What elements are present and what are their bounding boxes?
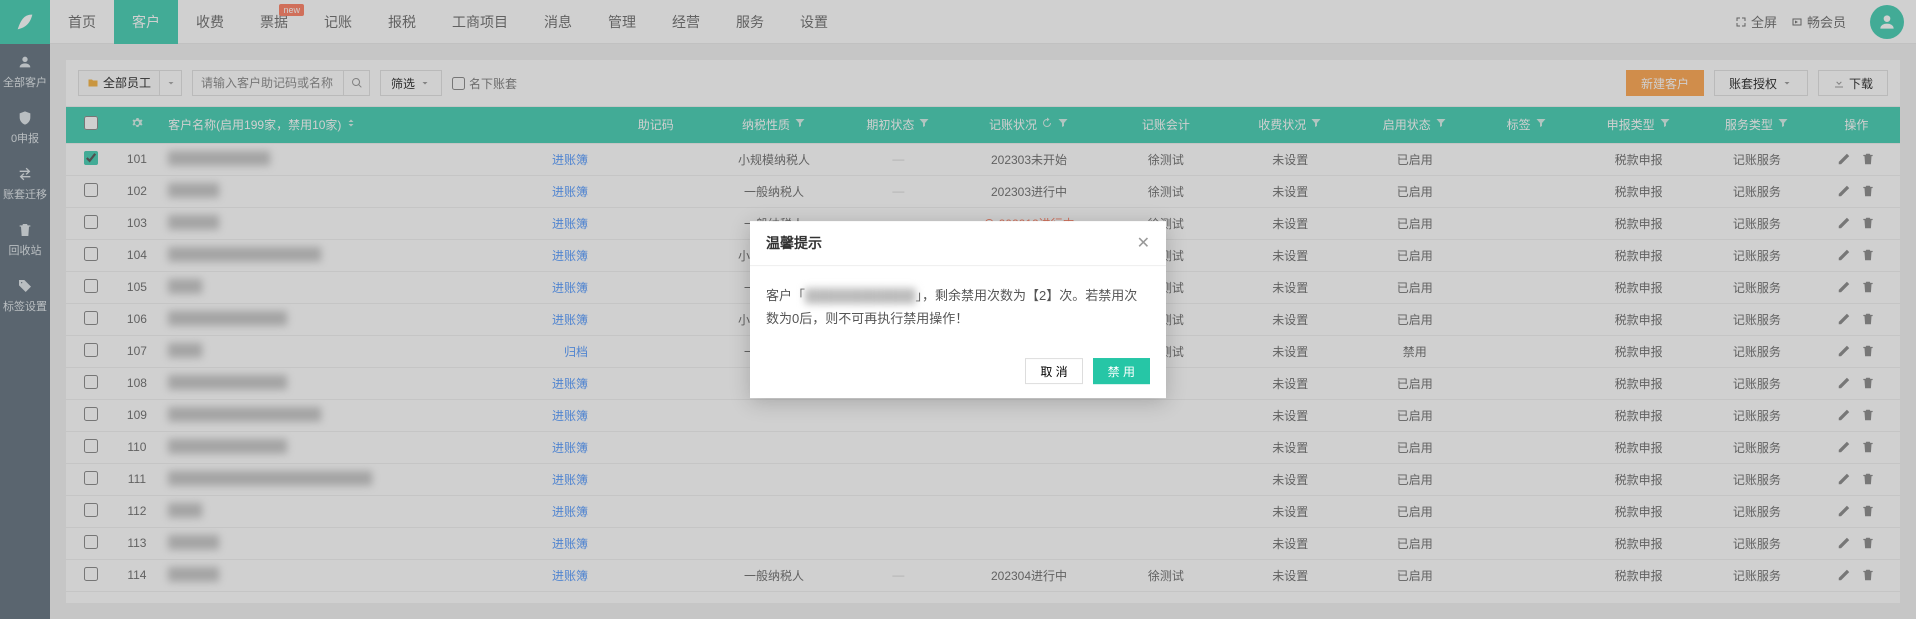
modal-footer: 取 消 禁 用	[750, 348, 1166, 398]
modal-cancel-button[interactable]: 取 消	[1025, 358, 1082, 384]
confirm-modal: 温馨提示 ✕ 客户「████████████」，剩余禁用次数为【2】次。若禁用次…	[750, 221, 1166, 399]
modal-confirm-button[interactable]: 禁 用	[1093, 358, 1150, 384]
modal-title: 温馨提示	[766, 233, 822, 253]
modal-body: 客户「████████████」，剩余禁用次数为【2】次。若禁用次数为0后，则不…	[750, 266, 1166, 349]
modal-header: 温馨提示 ✕	[750, 221, 1166, 266]
modal-body-pre: 客户「	[766, 288, 805, 303]
modal-body-name: ████████████	[805, 284, 916, 307]
modal-close-button[interactable]: ✕	[1137, 233, 1150, 253]
